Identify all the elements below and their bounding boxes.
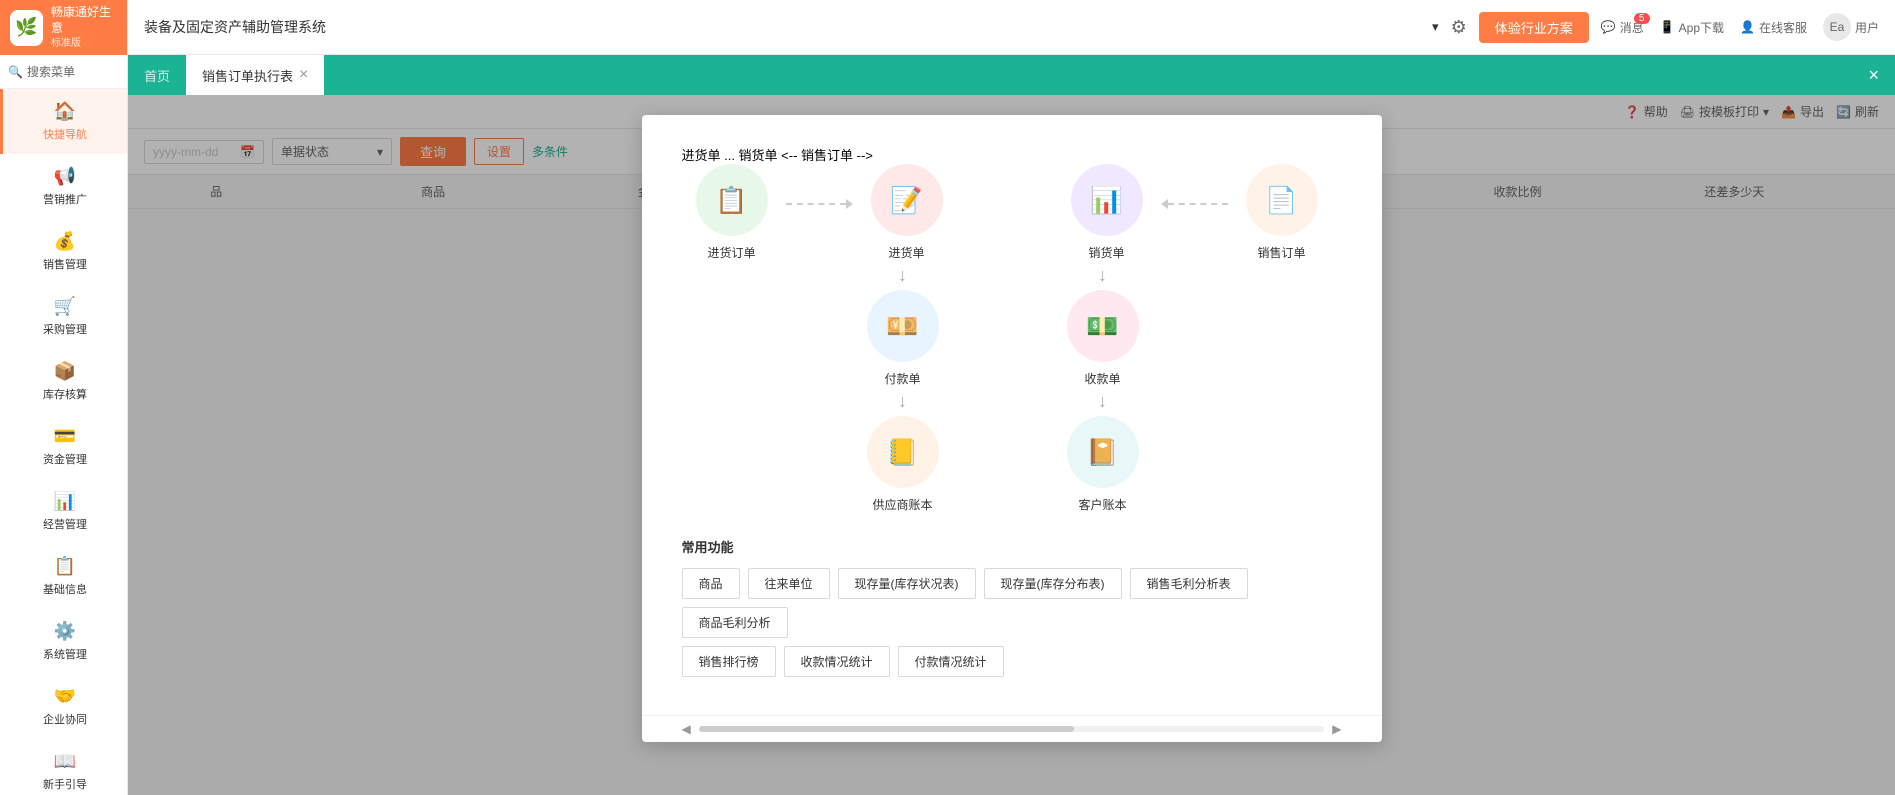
func-buttons-row1: 商品 往来单位 现存量(库存状况表) 现存量(库存分布表) 销售毛利分析表 商品… [682,568,1342,638]
modal-overlay[interactable]: 进货单 ... 销货单 <-- 销售订单 --> 📋 进货订单 [128,95,1895,795]
func-btn-product[interactable]: 商品 [682,568,740,599]
func-buttons-row2: 销售排行榜 收款情况统计 付款情况统计 [682,646,1342,677]
user-menu[interactable]: Ea 用户 [1823,13,1879,41]
func-title: 常用功能 [682,537,1342,556]
newbie-icon: 📖 [54,751,76,772]
sidebar-item-system[interactable]: ⚙️ 系统管理 [0,609,127,674]
tab-home[interactable]: 首页 [128,55,186,95]
message-badge: 5 [1634,13,1650,24]
basic-info-icon: 📋 [54,556,76,577]
settings-icon[interactable]: ⚙ [1451,17,1467,38]
search-icon: 🔍 [8,65,23,79]
down-arrow-receipt: ↓ [1098,265,1107,286]
sidebar-item-finance[interactable]: 💳 资金管理 [0,414,127,479]
func-btn-sales-margin[interactable]: 销售毛利分析表 [1130,568,1248,599]
app-download-btn[interactable]: 📱 App下载 [1660,19,1724,36]
sidebar-item-newbie[interactable]: 📖 新手引导 [0,739,127,795]
sidebar-item-operations[interactable]: 📊 经营管理 [0,479,127,544]
online-service-btn[interactable]: 👤 在线客服 [1740,19,1807,36]
flow-node-receipt[interactable]: 💵 收款单 [1067,290,1139,387]
sales-bill-icon: 📊 [1071,164,1143,236]
logo-text: 畅康通好生意 标准版 [51,5,117,49]
purchase-bill-icon: 📝 [871,164,943,236]
topbar: 装备及固定资产辅助管理系统 ▾ ⚙ 体验行业方案 💬 消息 5 📱 App下载 … [128,0,1895,55]
inventory-icon: 📦 [54,361,76,382]
sidebar: 🌿 畅康通好生意 标准版 🔍 搜索菜单 🏠 快捷导航 📢 营销推广 💰 销售管理 [0,0,128,795]
enterprise-icon: 🤝 [54,686,76,707]
scroll-right-btn[interactable]: ▶ [1332,722,1341,736]
system-icon: ⚙️ [54,621,76,642]
tabbar-close-btn[interactable]: × [1852,65,1895,86]
quick-guide-icon: 🏠 [54,101,76,122]
system-title: 装备及固定资产辅助管理系统 [144,17,1420,37]
system-dropdown[interactable]: ▾ [1432,19,1439,35]
search-menu[interactable]: 🔍 搜索菜单 [0,55,127,89]
sidebar-item-marketing[interactable]: 📢 营销推广 [0,154,127,219]
sidebar-item-basic-info[interactable]: 📋 基础信息 [0,544,127,609]
purchase-order-icon: 📋 [696,164,768,236]
func-btn-stock-dist[interactable]: 现存量(库存分布表) [984,568,1122,599]
flow-node-purchase-bill[interactable]: 📝 进货单 [857,164,957,261]
scroll-left-btn[interactable]: ◀ [682,722,691,736]
func-btn-sales-ranking[interactable]: 销售排行榜 [682,646,776,677]
sales-order-icon: 📄 [1246,164,1318,236]
func-btn-stock-status[interactable]: 现存量(库存状况表) [838,568,976,599]
download-icon: 📱 [1660,20,1675,34]
sidebar-item-inventory[interactable]: 📦 库存核算 [0,349,127,414]
func-btn-payment-stats[interactable]: 付款情况统计 [898,646,1004,677]
sidebar-item-sales[interactable]: 💰 销售管理 [0,219,127,284]
flow-col-receipt: ↓ 💵 收款单 ↓ 📔 客户账本 [1053,265,1153,513]
message-btn[interactable]: 💬 消息 5 [1601,19,1644,36]
flow-col-payment: ↓ 💴 付款单 ↓ 📒 供应商账本 [853,265,953,513]
customer-account-icon: 📔 [1067,416,1139,488]
topbar-actions: 💬 消息 5 📱 App下载 👤 在线客服 Ea 用户 [1601,13,1879,41]
modal-content: 进货单 ... 销货单 <-- 销售订单 --> 📋 进货订单 [642,115,1382,715]
main-area: 装备及固定资产辅助管理系统 ▾ ⚙ 体验行业方案 💬 消息 5 📱 App下载 … [128,0,1895,795]
down-arrow-payment: ↓ [898,265,907,286]
scrollbar-track [699,726,1325,732]
flow-node-payment[interactable]: 💴 付款单 [867,290,939,387]
sidebar-item-purchase[interactable]: 🛒 采购管理 [0,284,127,349]
common-functions: 常用功能 商品 往来单位 现存量(库存状况表) 现存量(库存分布表) 销售毛利分… [682,537,1342,677]
sidebar-logo: 🌿 畅康通好生意 标准版 [0,0,127,55]
down-arrow-receipt-2: ↓ [1098,391,1107,412]
arrow-sales-order-to-bill [1157,199,1232,209]
flow-node-customer-account[interactable]: 📔 客户账本 [1067,416,1139,513]
message-icon: 💬 [1601,20,1616,34]
logo-icon: 🌿 [10,10,43,46]
flow-node-sales-bill[interactable]: 📊 销货单 [1057,164,1157,261]
purchase-icon: 🛒 [54,296,76,317]
sidebar-item-quick-guide[interactable]: 🏠 快捷导航 [0,89,127,154]
tab-close-icon[interactable]: × [299,67,308,83]
func-btn-partners[interactable]: 往来单位 [748,568,830,599]
func-btn-receipt-stats[interactable]: 收款情况统计 [784,646,890,677]
avatar: Ea [1823,13,1851,41]
arrow-purchase-to-bill [782,199,857,209]
chevron-down-icon: ▾ [1432,19,1439,35]
service-icon: 👤 [1740,20,1755,34]
experience-btn[interactable]: 体验行业方案 [1479,12,1589,43]
flow-modal: 进货单 ... 销货单 <-- 销售订单 --> 📋 进货订单 [642,115,1382,742]
tabbar: 首页 销售订单执行表 × × [128,55,1895,95]
flow-node-purchase-order[interactable]: 📋 进货订单 [682,164,782,261]
scrollbar-thumb [699,726,1074,732]
tab-sales-order[interactable]: 销售订单执行表 × [186,55,324,95]
supplier-account-icon: 📒 [867,416,939,488]
flow-node-supplier-account[interactable]: 📒 供应商账本 [867,416,939,513]
flow-node-sales-order[interactable]: 📄 销售订单 [1232,164,1332,261]
finance-icon: 💳 [54,426,76,447]
marketing-icon: 📢 [54,166,76,187]
content-area: ❓ 帮助 🖨 按模板打印 ▾ 📤 导出 🔄 刷新 [128,95,1895,795]
sidebar-item-enterprise[interactable]: 🤝 企业协同 [0,674,127,739]
operations-icon: 📊 [54,491,76,512]
sales-icon: 💰 [54,231,76,252]
receipt-icon: 💵 [1067,290,1139,362]
down-arrow-payment-2: ↓ [898,391,907,412]
flow-diagram: 进货单 ... 销货单 <-- 销售订单 --> 📋 进货订单 [682,145,1342,513]
modal-scrollbar: ◀ ▶ [642,715,1382,742]
func-btn-product-margin[interactable]: 商品毛利分析 [682,607,788,638]
payment-icon: 💴 [867,290,939,362]
sidebar-nav: 🏠 快捷导航 📢 营销推广 💰 销售管理 🛒 采购管理 📦 库存核算 💳 [0,89,127,795]
